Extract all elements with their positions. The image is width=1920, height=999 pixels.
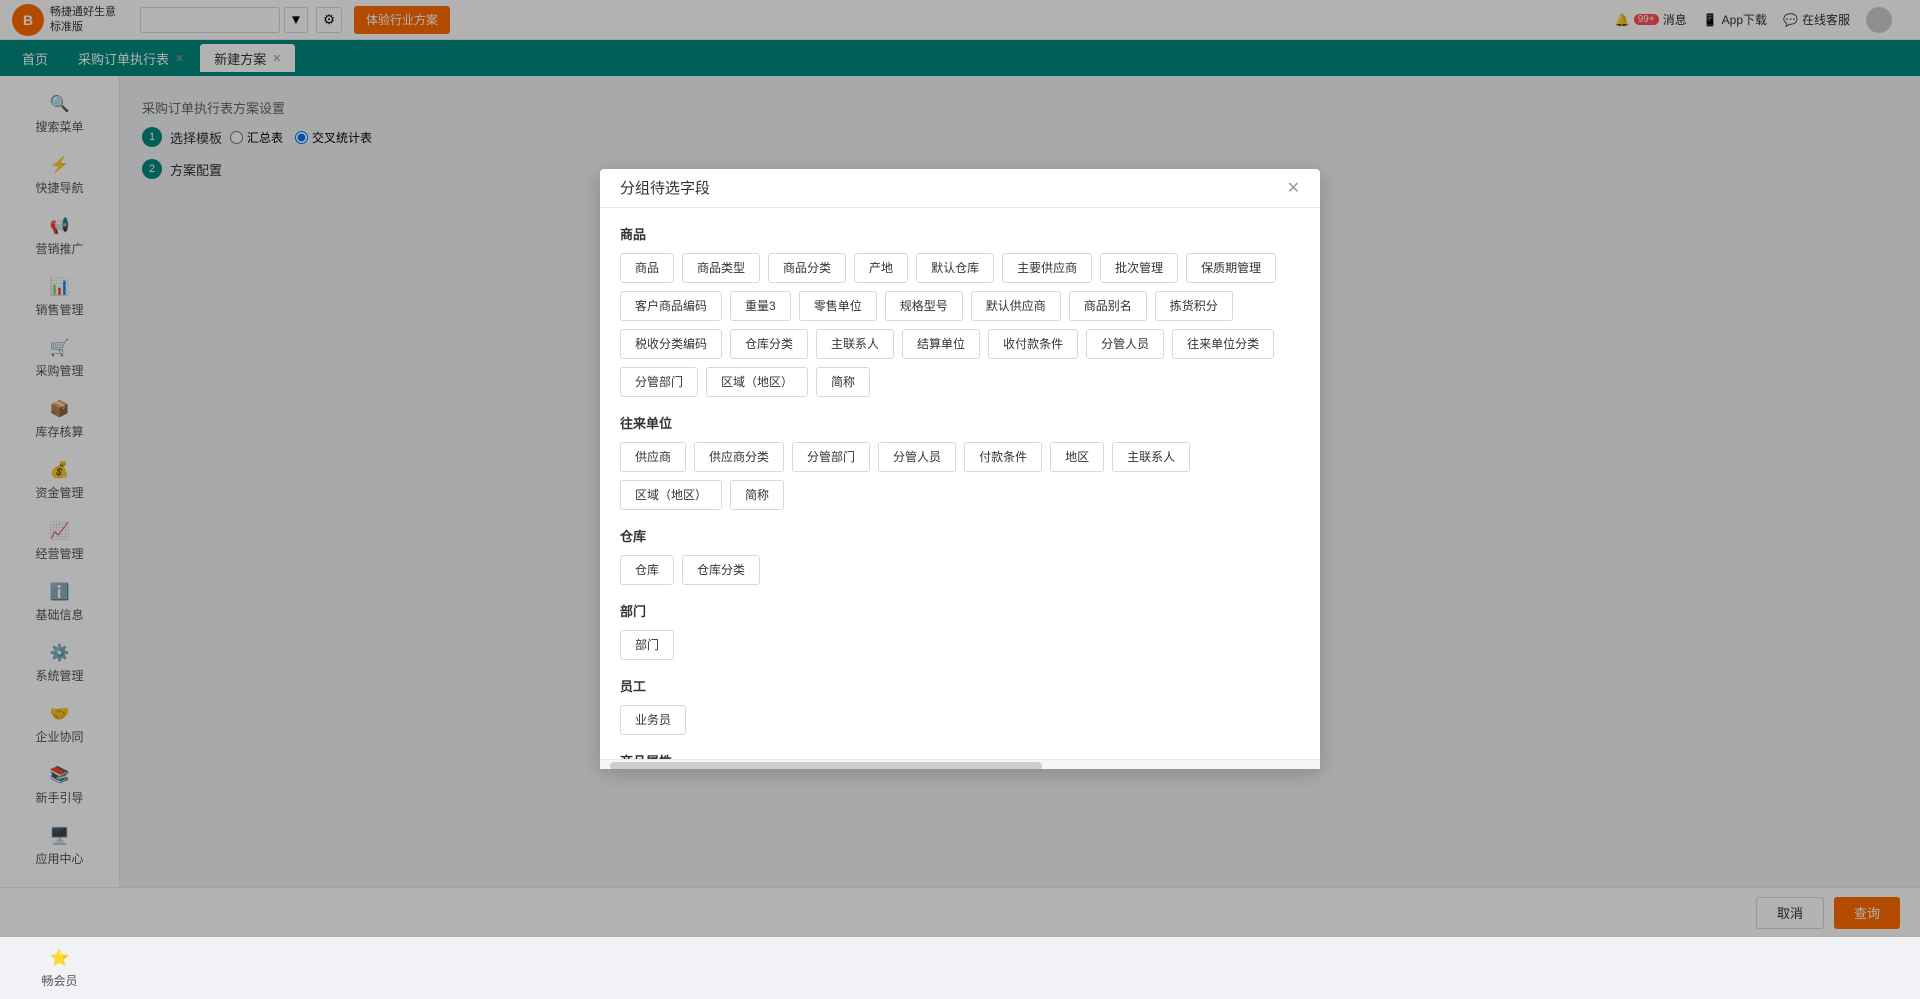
field-tag-settlement-unit[interactable]: 结算单位 [902, 329, 980, 359]
field-tag-region-partner[interactable]: 区域（地区） [620, 480, 722, 510]
field-tag-goods[interactable]: 商品 [620, 253, 674, 283]
field-tag-main-contact-partner[interactable]: 主联系人 [1112, 442, 1190, 472]
section-employee-tags: 业务员 [620, 705, 1300, 735]
field-tag-main-supplier[interactable]: 主要供应商 [1002, 253, 1092, 283]
field-tag-payment-terms-partner[interactable]: 付款条件 [964, 442, 1042, 472]
section-partner-tags: 供应商 供应商分类 分管部门 分管人员 付款条件 地区 主联系人 区域（地区） … [620, 442, 1300, 510]
field-tag-default-warehouse[interactable]: 默认仓库 [916, 253, 994, 283]
field-tag-customer-code[interactable]: 客户商品编码 [620, 291, 722, 321]
scrollbar-thumb [610, 762, 1042, 769]
modal-close-btn[interactable]: ✕ [1287, 178, 1300, 198]
section-warehouse: 仓库 仓库 仓库分类 [620, 526, 1300, 585]
modal-body: 商品 商品 商品类型 商品分类 产地 默认仓库 主要供应商 批次管理 保质期管理… [600, 208, 1320, 759]
section-dept-tags: 部门 [620, 630, 1300, 660]
section-employee: 员工 业务员 [620, 676, 1300, 735]
section-partner: 往来单位 供应商 供应商分类 分管部门 分管人员 付款条件 地区 主联系人 区域… [620, 413, 1300, 510]
section-dept-title: 部门 [620, 601, 1300, 620]
field-tag-default-supplier[interactable]: 默认供应商 [971, 291, 1061, 321]
modal-overlay: 分组待选字段 ✕ 商品 商品 商品类型 商品分类 产地 默认仓库 主要供应商 [120, 76, 1920, 937]
modal-title: 分组待选字段 [620, 177, 710, 198]
modal-horizontal-scrollbar[interactable] [600, 759, 1320, 769]
field-tag-shelf-life[interactable]: 保质期管理 [1186, 253, 1276, 283]
field-tag-salesperson[interactable]: 业务员 [620, 705, 686, 735]
sidebar-label-member: 畅会员 [41, 972, 77, 989]
field-tag-retail-unit[interactable]: 零售单位 [799, 291, 877, 321]
field-tag-tax-code[interactable]: 税收分类编码 [620, 329, 722, 359]
section-warehouse-title: 仓库 [620, 526, 1300, 545]
field-tag-payment-terms[interactable]: 收付款条件 [988, 329, 1078, 359]
field-tag-department[interactable]: 部门 [620, 630, 674, 660]
field-tag-dept-partner[interactable]: 分管部门 [792, 442, 870, 472]
field-tag-batch-mgmt[interactable]: 批次管理 [1100, 253, 1178, 283]
field-tag-weight[interactable]: 重量3 [730, 291, 791, 321]
field-selection-modal: 分组待选字段 ✕ 商品 商品 商品类型 商品分类 产地 默认仓库 主要供应商 [600, 169, 1320, 769]
field-tag-area[interactable]: 地区 [1050, 442, 1104, 472]
field-tag-supervisor[interactable]: 分管人员 [1086, 329, 1164, 359]
field-tag-spec-model[interactable]: 规格型号 [885, 291, 963, 321]
field-tag-supplier-category[interactable]: 供应商分类 [694, 442, 784, 472]
section-goods-tags: 商品 商品类型 商品分类 产地 默认仓库 主要供应商 批次管理 保质期管理 客户… [620, 253, 1300, 397]
modal-header: 分组待选字段 ✕ [600, 169, 1320, 208]
field-tag-origin[interactable]: 产地 [854, 253, 908, 283]
section-goods-attr: 商品属性 属性 颜色 多规格 尺码 鞋码 1 [620, 751, 1300, 759]
section-goods-attr-title: 商品属性 [620, 751, 1300, 759]
field-tag-short-name-goods[interactable]: 简称 [816, 367, 870, 397]
field-tag-warehouse[interactable]: 仓库 [620, 555, 674, 585]
field-tag-supplier[interactable]: 供应商 [620, 442, 686, 472]
field-tag-main-contact[interactable]: 主联系人 [816, 329, 894, 359]
sidebar-item-member[interactable]: ⭐ 畅会员 [0, 938, 119, 999]
field-tag-goods-alias[interactable]: 商品别名 [1069, 291, 1147, 321]
field-tag-pick-score[interactable]: 拣货积分 [1155, 291, 1233, 321]
field-tag-short-name-partner[interactable]: 简称 [730, 480, 784, 510]
field-tag-dept[interactable]: 分管部门 [620, 367, 698, 397]
section-partner-title: 往来单位 [620, 413, 1300, 432]
content-area: 采购订单执行表方案设置 1 选择模板 汇总表 交叉统计表 [120, 76, 1920, 937]
section-department: 部门 部门 [620, 601, 1300, 660]
field-tag-warehouse-cat[interactable]: 仓库分类 [682, 555, 760, 585]
field-tag-warehouse-category[interactable]: 仓库分类 [730, 329, 808, 359]
section-employee-title: 员工 [620, 676, 1300, 695]
section-goods-title: 商品 [620, 224, 1300, 243]
section-warehouse-tags: 仓库 仓库分类 [620, 555, 1300, 585]
field-tag-goods-type[interactable]: 商品类型 [682, 253, 760, 283]
field-tag-goods-category[interactable]: 商品分类 [768, 253, 846, 283]
field-tag-region-goods[interactable]: 区域（地区） [706, 367, 808, 397]
member-icon: ⭐ [50, 948, 70, 968]
main-layout: 🔍 搜索菜单 ⚡ 快捷导航 📢 营销推广 📊 销售管理 🛒 采购管理 📦 库存核… [0, 76, 1920, 937]
field-tag-partner-category[interactable]: 往来单位分类 [1172, 329, 1274, 359]
section-goods: 商品 商品 商品类型 商品分类 产地 默认仓库 主要供应商 批次管理 保质期管理… [620, 224, 1300, 397]
field-tag-supervisor-partner[interactable]: 分管人员 [878, 442, 956, 472]
